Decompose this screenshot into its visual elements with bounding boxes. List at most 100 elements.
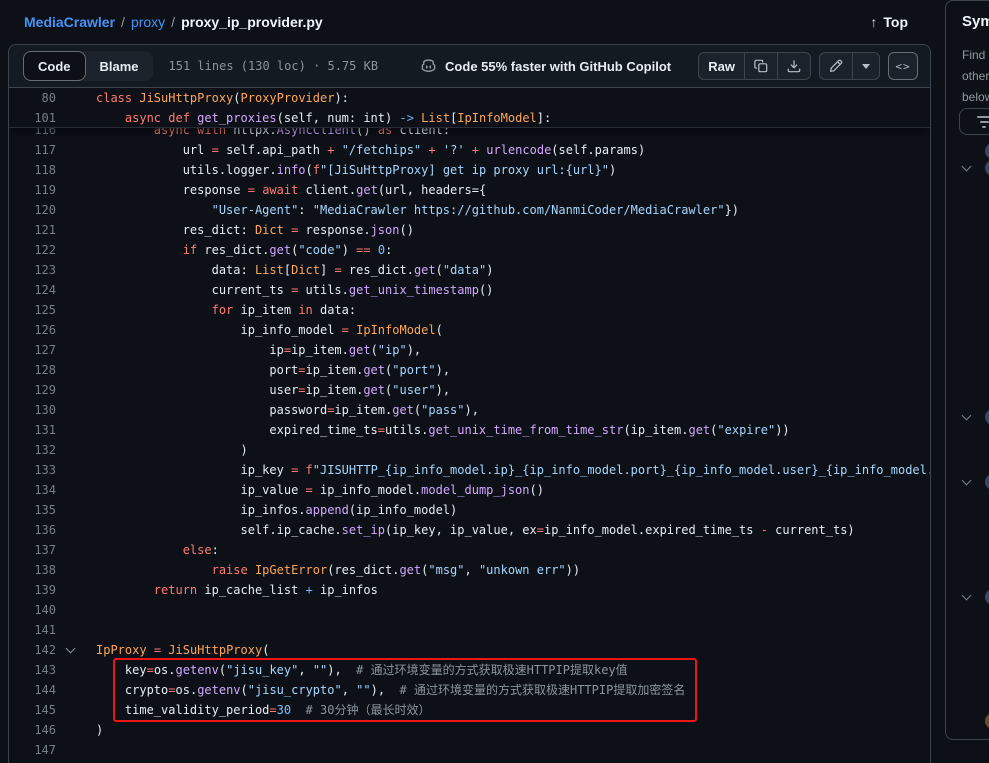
download-button[interactable] (777, 53, 810, 79)
symbol-pill[interactable] (985, 589, 989, 605)
tab-blame[interactable]: Blame (86, 51, 153, 81)
copilot-banner-label: Code 55% faster with GitHub Copilot (445, 59, 671, 74)
fold-gutter (56, 440, 88, 460)
line-number[interactable]: 118 (9, 160, 56, 180)
line-number[interactable]: 142 (9, 640, 56, 660)
code-text: data: List[Dict] = res_dict.get("data") (96, 260, 493, 280)
line-number[interactable]: 128 (9, 360, 56, 380)
symbol-pill[interactable] (985, 409, 989, 425)
code-line: 122 if res_dict.get("code") == 0: (9, 240, 930, 260)
line-number[interactable]: 141 (9, 620, 56, 640)
chevron-down-icon[interactable] (962, 162, 972, 172)
code-text: if res_dict.get("code") == 0: (96, 240, 392, 260)
breadcrumb-repo-link[interactable]: MediaCrawler (24, 14, 115, 30)
fold-gutter (56, 620, 88, 640)
chevron-down-icon[interactable] (66, 644, 76, 654)
code-line: 147 (9, 740, 930, 760)
line-number[interactable]: 129 (9, 380, 56, 400)
line-number[interactable]: 138 (9, 560, 56, 580)
line-number[interactable]: 132 (9, 440, 56, 460)
fold-gutter (56, 460, 88, 480)
breadcrumb-separator: / (171, 14, 175, 30)
symbol-pill[interactable] (985, 143, 989, 159)
code-text: "User-Agent": "MediaCrawler https://gith… (96, 200, 739, 220)
line-number[interactable]: 124 (9, 280, 56, 300)
symbols-filter-button[interactable] (959, 108, 989, 135)
line-number[interactable]: 126 (9, 320, 56, 340)
line-number[interactable]: 130 (9, 400, 56, 420)
breadcrumb-separator: / (121, 14, 125, 30)
line-number[interactable]: 120 (9, 200, 56, 220)
line-number[interactable]: 121 (9, 220, 56, 240)
line-number[interactable]: 119 (9, 180, 56, 200)
code-text: ip=ip_item.get("ip"), (96, 340, 421, 360)
line-number[interactable]: 125 (9, 300, 56, 320)
line-number[interactable]: 137 (9, 540, 56, 560)
chevron-down-icon[interactable] (962, 476, 972, 486)
fold-gutter (56, 560, 88, 580)
symbols-panel-toggle-button[interactable]: <> (888, 52, 918, 80)
line-number[interactable]: 143 (9, 660, 56, 680)
line-number[interactable]: 101 (9, 108, 56, 128)
fold-gutter (56, 540, 88, 560)
page: { "breadcrumb": { "repo": "MediaCrawler"… (0, 0, 989, 763)
line-number[interactable]: 127 (9, 340, 56, 360)
code-text: ip_key = f"JISUHTTP_{ip_info_model.ip}_{… (96, 460, 930, 480)
fold-gutter (56, 240, 88, 260)
fold-gutter (56, 220, 88, 240)
line-number[interactable]: 146 (9, 720, 56, 740)
fold-gutter (56, 720, 88, 740)
fold-gutter (56, 360, 88, 380)
line-number[interactable]: 135 (9, 500, 56, 520)
copilot-banner[interactable]: Code 55% faster with GitHub Copilot (420, 58, 671, 75)
fold-gutter (56, 680, 88, 700)
line-number[interactable]: 139 (9, 580, 56, 600)
edit-button[interactable] (820, 53, 852, 79)
symbol-pill[interactable] (985, 160, 989, 176)
code-text: else: (96, 540, 219, 560)
line-number[interactable]: 136 (9, 520, 56, 540)
raw-button-group: Raw (698, 52, 811, 80)
line-number[interactable]: 80 (9, 88, 56, 108)
fold-gutter (56, 660, 88, 680)
fold-gutter (56, 480, 88, 500)
code-line: 125 for ip_item in data: (9, 300, 930, 320)
line-number[interactable]: 122 (9, 240, 56, 260)
chevron-down-icon[interactable] (962, 411, 972, 421)
code-text: ip_infos.append(ip_info_model) (96, 500, 457, 520)
line-number[interactable]: 117 (9, 140, 56, 160)
code-line: 136 self.ip_cache.set_ip(ip_key, ip_valu… (9, 520, 930, 540)
description-line: Find (962, 45, 989, 66)
file-meta-info: 151 lines (130 loc) · 5.75 KB (169, 59, 379, 73)
line-number[interactable]: 134 (9, 480, 56, 500)
chevron-down-icon[interactable] (962, 591, 972, 601)
symbol-pill[interactable] (985, 474, 989, 490)
code-line: 127 ip=ip_item.get("ip"), (9, 340, 930, 360)
breadcrumb-file-name: proxy_ip_provider.py (181, 14, 323, 30)
breadcrumb-folder-link[interactable]: proxy (131, 14, 165, 30)
line-number[interactable]: 147 (9, 740, 56, 760)
symbols-panel-description: Findotherbelow (962, 45, 989, 108)
code-lines: 116 async with httpx.AsyncClient() as cl… (9, 88, 930, 760)
code-line: 139 return ip_cache_list + ip_infos (9, 580, 930, 600)
line-number[interactable]: 144 (9, 680, 56, 700)
back-to-top-link[interactable]: ↑ Top (870, 0, 908, 44)
copy-button[interactable] (744, 53, 777, 79)
code-line: 146) (9, 720, 930, 740)
symbol-pill[interactable] (985, 713, 989, 729)
tab-code[interactable]: Code (23, 51, 86, 81)
line-number[interactable]: 133 (9, 460, 56, 480)
description-line: below (962, 87, 989, 108)
fold-gutter (56, 580, 88, 600)
code-line: 143 key=os.getenv("jisu_key", ""), # 通过环… (9, 660, 930, 680)
code-text: port=ip_item.get("port"), (96, 360, 450, 380)
line-number[interactable]: 123 (9, 260, 56, 280)
line-number[interactable]: 140 (9, 600, 56, 620)
code-text: user=ip_item.get("user"), (96, 380, 450, 400)
edit-dropdown-button[interactable] (852, 53, 879, 79)
line-number[interactable]: 145 (9, 700, 56, 720)
line-number[interactable]: 131 (9, 420, 56, 440)
raw-button[interactable]: Raw (699, 53, 744, 79)
code-line: 126 ip_info_model = IpInfoModel( (9, 320, 930, 340)
code-line: 130 password=ip_item.get("pass"), (9, 400, 930, 420)
